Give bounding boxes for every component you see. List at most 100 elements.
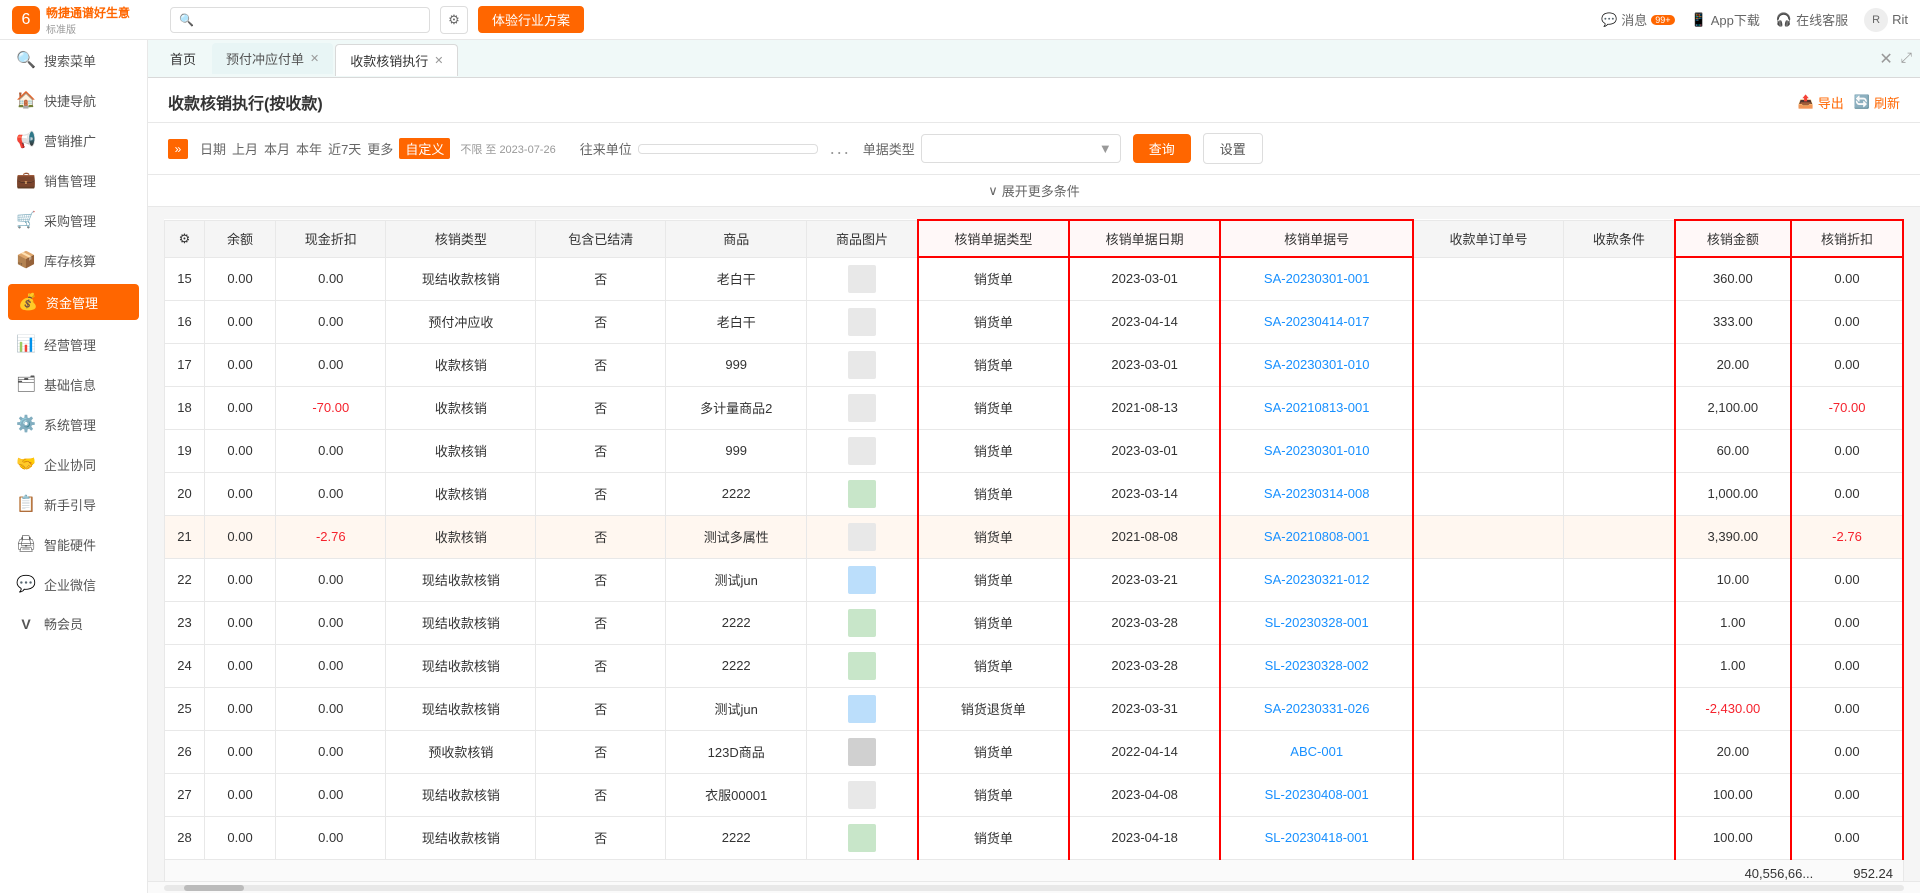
cell-goods-img	[807, 429, 918, 472]
sidebar-item-inventory[interactable]: 📦 库存核算	[0, 240, 147, 280]
cell-verify-doc-no[interactable]: SL-20230408-001	[1220, 773, 1413, 816]
app-download-button[interactable]: 📱 App下载	[1691, 10, 1760, 29]
sidebar-item-sales[interactable]: 💼 销售管理	[0, 160, 147, 200]
cell-verify-discount: 0.00	[1791, 257, 1903, 300]
sidebar-item-quicknav[interactable]: 🏠 快捷导航	[0, 80, 147, 120]
trial-btn[interactable]: 体验行业方案	[478, 6, 584, 33]
cell-collect-cond	[1564, 386, 1675, 429]
cell-verify-doc-date: 2022-04-14	[1069, 730, 1220, 773]
expand-filter-button[interactable]: ∨ 展开更多条件	[988, 181, 1080, 200]
maximize-icon[interactable]: ⤢	[1901, 49, 1912, 69]
cell-verify-doc-no[interactable]: SA-20230321-012	[1220, 558, 1413, 601]
filter-bar: » 日期 上月 本月 本年 近7天 更多 自定义 不限 至 2023-07-26	[148, 123, 1920, 175]
cell-goods-img	[807, 558, 918, 601]
sidebar-item-vip[interactable]: V 畅会员	[0, 604, 147, 643]
sidebar-item-beginner[interactable]: 📋 新手引导	[0, 484, 147, 524]
cell-verify-type: 预收款核销	[386, 730, 536, 773]
date-custom[interactable]: 自定义	[399, 138, 450, 159]
cell-verify-type: 现结收款核销	[386, 257, 536, 300]
search-input[interactable]	[200, 13, 421, 27]
sidebar: 🔍 搜索菜单 🏠 快捷导航 📢 营销推广 💼 销售管理 🛒 采购管理 📦	[0, 40, 148, 893]
date-last-7days[interactable]: 近7天	[328, 139, 361, 158]
cell-balance: 0.00	[205, 687, 276, 730]
date-last-month[interactable]: 上月	[232, 139, 258, 158]
tab-collect-verify[interactable]: 收款核销执行 ✕	[335, 44, 458, 76]
close-all-icon[interactable]: ✕	[1879, 49, 1892, 69]
cell-verify-doc-no[interactable]: SA-20230414-017	[1220, 300, 1413, 343]
cell-collect-cond	[1564, 515, 1675, 558]
verify-discount-total: 952.24	[1853, 866, 1893, 881]
cell-collect-cond	[1564, 730, 1675, 773]
cell-verify-doc-date: 2023-03-31	[1069, 687, 1220, 730]
export-icon: 📤	[1798, 94, 1814, 110]
cell-verify-doc-no[interactable]: SA-20210813-001	[1220, 386, 1413, 429]
cell-verify-type: 现结收款核销	[386, 644, 536, 687]
cell-cash-discount: 0.00	[276, 558, 386, 601]
cell-verify-type: 现结收款核销	[386, 558, 536, 601]
settings-button[interactable]: ⚙	[440, 6, 468, 34]
export-button[interactable]: 📤 导出	[1798, 93, 1844, 112]
horizontal-scrollbar[interactable]	[148, 881, 1920, 893]
cell-goods: 999	[666, 429, 807, 472]
cell-verify-doc-no[interactable]: SL-20230418-001	[1220, 816, 1413, 859]
sidebar-item-system[interactable]: ⚙️ 系统管理	[0, 404, 147, 444]
query-button[interactable]: 查询	[1133, 134, 1191, 163]
cell-verify-type: 收款核销	[386, 386, 536, 429]
cell-cash-discount: 0.00	[276, 472, 386, 515]
cell-num: 24	[165, 644, 205, 687]
date-more[interactable]: 更多	[367, 139, 393, 158]
cell-verify-type: 现结收款核销	[386, 816, 536, 859]
th-goods: 商品	[666, 220, 807, 257]
date-this-month[interactable]: 本月	[264, 139, 290, 158]
sidebar-item-marketing[interactable]: 📢 营销推广	[0, 120, 147, 160]
cell-goods-img	[807, 816, 918, 859]
scroll-thumb[interactable]	[184, 885, 244, 891]
gear-icon: ⚙	[179, 231, 191, 246]
cell-verify-doc-no[interactable]: SA-20230331-026	[1220, 687, 1413, 730]
sidebar-item-purchase[interactable]: 🛒 采购管理	[0, 200, 147, 240]
cell-verify-doc-no[interactable]: SA-20230301-001	[1220, 257, 1413, 300]
sidebar-item-ops[interactable]: 📊 经营管理	[0, 324, 147, 364]
tab-prepay[interactable]: 预付冲应付单 ✕	[212, 43, 333, 74]
top-search-bar[interactable]: 🔍	[170, 7, 430, 33]
sidebar-item-capital[interactable]: 💰 资金管理	[8, 284, 139, 320]
doctype-select[interactable]: ▼	[921, 134, 1121, 163]
sidebar-item-baseinfo[interactable]: 🗂 基础信息	[0, 364, 147, 404]
tab-collect-verify-close[interactable]: ✕	[434, 54, 443, 67]
filter-dots[interactable]: ...	[830, 138, 851, 159]
cell-verify-doc-no[interactable]: SA-20230314-008	[1220, 472, 1413, 515]
cell-verify-doc-no[interactable]: ABC-001	[1220, 730, 1413, 773]
sidebar-item-search[interactable]: 🔍 搜索菜单	[0, 40, 147, 80]
filter-toggle-btn[interactable]: »	[168, 139, 188, 159]
tab-home[interactable]: 首页	[156, 43, 210, 74]
sidebar-item-collab[interactable]: 🤝 企业协同	[0, 444, 147, 484]
setting-button[interactable]: 设置	[1203, 133, 1263, 164]
cell-verify-doc-no[interactable]: SA-20210808-001	[1220, 515, 1413, 558]
partner-input[interactable]	[638, 144, 818, 154]
cell-verify-amount: 1.00	[1675, 644, 1791, 687]
tab-prepay-close[interactable]: ✕	[310, 52, 319, 65]
cell-includes-settled: 否	[536, 257, 666, 300]
cell-collect-cond	[1564, 558, 1675, 601]
date-this-year[interactable]: 本年	[296, 139, 322, 158]
refresh-button[interactable]: 🔄 刷新	[1854, 93, 1900, 112]
cell-collect-order-no	[1413, 343, 1563, 386]
th-gear[interactable]: ⚙	[165, 220, 205, 257]
cell-cash-discount: 0.00	[276, 816, 386, 859]
cell-balance: 0.00	[205, 300, 276, 343]
cell-goods: 测试多属性	[666, 515, 807, 558]
cell-verify-doc-no[interactable]: SA-20230301-010	[1220, 343, 1413, 386]
cell-verify-amount: 1.00	[1675, 601, 1791, 644]
online-service-button[interactable]: 🎧 在线客服	[1776, 10, 1848, 29]
cell-verify-doc-no[interactable]: SL-20230328-002	[1220, 644, 1413, 687]
cell-verify-doc-no[interactable]: SL-20230328-001	[1220, 601, 1413, 644]
sidebar-item-wechat[interactable]: 💬 企业微信	[0, 564, 147, 604]
cell-cash-discount: 0.00	[276, 644, 386, 687]
logo-text: 畅捷通谱好生意 标准版	[46, 4, 130, 36]
table-row: 27 0.00 0.00 现结收款核销 否 衣服00001 销货单 2023-0…	[165, 773, 1904, 816]
message-button[interactable]: 💬 消息 99+	[1601, 10, 1674, 29]
sidebar-item-smarthw[interactable]: 🖨 智能硬件	[0, 524, 147, 564]
user-menu[interactable]: R Rit	[1864, 8, 1908, 32]
cell-verify-doc-no[interactable]: SA-20230301-010	[1220, 429, 1413, 472]
cell-goods: 衣服00001	[666, 773, 807, 816]
